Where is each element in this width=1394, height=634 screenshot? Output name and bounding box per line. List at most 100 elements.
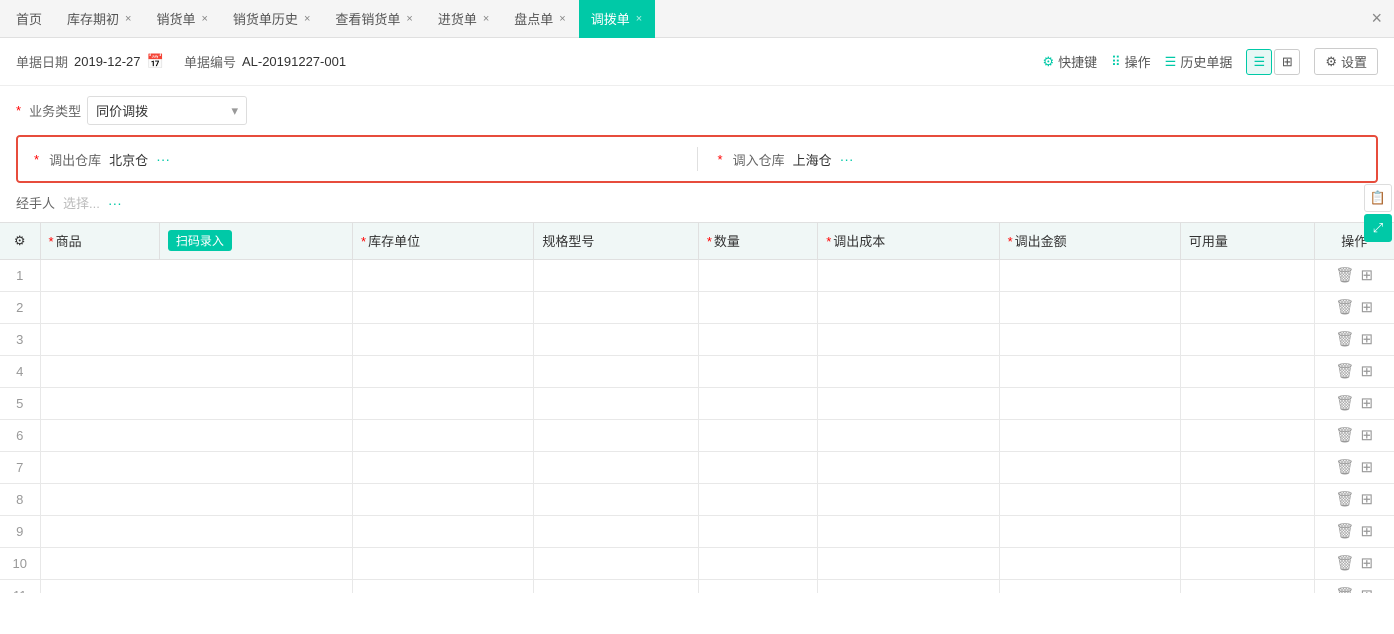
qty-cell[interactable] [698, 579, 817, 593]
amount-cell[interactable] [999, 547, 1180, 579]
unit-cell[interactable] [353, 579, 534, 593]
unit-cell[interactable] [353, 259, 534, 291]
warehouse-out-more-btn[interactable]: ··· [156, 151, 170, 167]
copy-icon[interactable]: ⊞ [1360, 330, 1373, 348]
expand-btn[interactable]: ⤢ [1364, 214, 1392, 242]
unit-cell[interactable] [353, 355, 534, 387]
tab-purchase[interactable]: 进货单 × [426, 0, 502, 38]
avail-cell[interactable] [1180, 579, 1314, 593]
unit-cell[interactable] [353, 323, 534, 355]
qty-cell[interactable] [698, 323, 817, 355]
close-tab-stocktake[interactable]: × [559, 13, 565, 25]
delete-icon[interactable]: 🗑 [1335, 266, 1354, 284]
product-cell[interactable] [40, 547, 353, 579]
qty-cell[interactable] [698, 483, 817, 515]
unit-cell[interactable] [353, 387, 534, 419]
delete-icon[interactable]: 🗑 [1335, 426, 1354, 444]
avail-cell[interactable] [1180, 387, 1314, 419]
close-tab-sales-order[interactable]: × [201, 13, 207, 25]
avail-cell[interactable] [1180, 323, 1314, 355]
product-cell[interactable] [40, 291, 353, 323]
cost-cell[interactable] [818, 419, 999, 451]
delete-icon[interactable]: 🗑 [1335, 298, 1354, 316]
amount-cell[interactable] [999, 259, 1180, 291]
unit-cell[interactable] [353, 419, 534, 451]
scan-btn[interactable]: 扫码录入 [168, 230, 232, 251]
copy-icon[interactable]: ⊞ [1360, 298, 1373, 316]
tab-sales-order[interactable]: 销货单 × [144, 0, 220, 38]
layout-grid-btn[interactable]: ⊞ [1274, 49, 1300, 75]
product-cell[interactable] [40, 259, 353, 291]
amount-cell[interactable] [999, 291, 1180, 323]
avail-cell[interactable] [1180, 547, 1314, 579]
amount-cell[interactable] [999, 483, 1180, 515]
copy-icon[interactable]: ⊞ [1360, 522, 1373, 540]
tab-sales-history[interactable]: 销货单历史 × [221, 0, 323, 38]
warehouse-in-more-btn[interactable]: ··· [840, 151, 854, 167]
avail-cell[interactable] [1180, 483, 1314, 515]
close-tab-sales-history[interactable]: × [304, 13, 310, 25]
avail-cell[interactable] [1180, 419, 1314, 451]
delete-icon[interactable]: 🗑 [1335, 490, 1354, 508]
product-cell[interactable] [40, 323, 353, 355]
amount-cell[interactable] [999, 355, 1180, 387]
cost-cell[interactable] [818, 387, 999, 419]
delete-icon[interactable]: 🗑 [1335, 586, 1354, 593]
avail-cell[interactable] [1180, 451, 1314, 483]
tab-inventory-init[interactable]: 库存期初 × [55, 0, 144, 38]
copy-icon[interactable]: ⊞ [1360, 266, 1373, 284]
notes-btn[interactable]: 📋 [1364, 184, 1392, 212]
tab-transfer[interactable]: 调拨单 × [579, 0, 655, 38]
history-action[interactable]: ☰ 历史单据 [1165, 52, 1233, 71]
spec-cell[interactable] [534, 451, 699, 483]
unit-cell[interactable] [353, 291, 534, 323]
spec-cell[interactable] [534, 323, 699, 355]
close-tab-purchase[interactable]: × [483, 13, 489, 25]
spec-cell[interactable] [534, 579, 699, 593]
spec-cell[interactable] [534, 419, 699, 451]
cost-cell[interactable] [818, 579, 999, 593]
delete-icon[interactable]: 🗑 [1335, 458, 1354, 476]
product-cell[interactable] [40, 355, 353, 387]
tab-view-sales[interactable]: 查看销货单 × [323, 0, 425, 38]
product-cell[interactable] [40, 451, 353, 483]
spec-cell[interactable] [534, 547, 699, 579]
avail-cell[interactable] [1180, 259, 1314, 291]
close-tab-transfer[interactable]: × [636, 13, 642, 25]
person-more-btn[interactable]: ··· [108, 195, 122, 211]
copy-icon[interactable]: ⊞ [1360, 458, 1373, 476]
unit-cell[interactable] [353, 483, 534, 515]
spec-cell[interactable] [534, 483, 699, 515]
unit-cell[interactable] [353, 515, 534, 547]
delete-icon[interactable]: 🗑 [1335, 522, 1354, 540]
window-close-button[interactable]: × [1359, 0, 1394, 38]
spec-cell[interactable] [534, 291, 699, 323]
spec-cell[interactable] [534, 387, 699, 419]
qty-cell[interactable] [698, 419, 817, 451]
date-value[interactable]: 2019-12-27 [74, 54, 141, 69]
tab-home[interactable]: 首页 [4, 0, 55, 38]
shortcut-action[interactable]: ⚙ 快捷键 [1042, 52, 1097, 71]
copy-icon[interactable]: ⊞ [1360, 490, 1373, 508]
close-tab-inventory-init[interactable]: × [125, 13, 131, 25]
setting-button[interactable]: ⚙ 设置 [1314, 48, 1378, 75]
qty-cell[interactable] [698, 451, 817, 483]
avail-cell[interactable] [1180, 515, 1314, 547]
unit-cell[interactable] [353, 547, 534, 579]
qty-cell[interactable] [698, 387, 817, 419]
layout-list-btn[interactable]: ☰ [1246, 49, 1272, 75]
copy-icon[interactable]: ⊞ [1360, 394, 1373, 412]
tab-stocktake[interactable]: 盘点单 × [502, 0, 578, 38]
amount-cell[interactable] [999, 323, 1180, 355]
product-cell[interactable] [40, 483, 353, 515]
product-cell[interactable] [40, 419, 353, 451]
delete-icon[interactable]: 🗑 [1335, 330, 1354, 348]
spec-cell[interactable] [534, 355, 699, 387]
delete-icon[interactable]: 🗑 [1335, 394, 1354, 412]
avail-cell[interactable] [1180, 355, 1314, 387]
operation-action[interactable]: ⠿ 操作 [1111, 52, 1151, 71]
unit-cell[interactable] [353, 451, 534, 483]
qty-cell[interactable] [698, 291, 817, 323]
avail-cell[interactable] [1180, 291, 1314, 323]
business-type-select[interactable]: 同价调拨 ▾ [87, 96, 247, 125]
